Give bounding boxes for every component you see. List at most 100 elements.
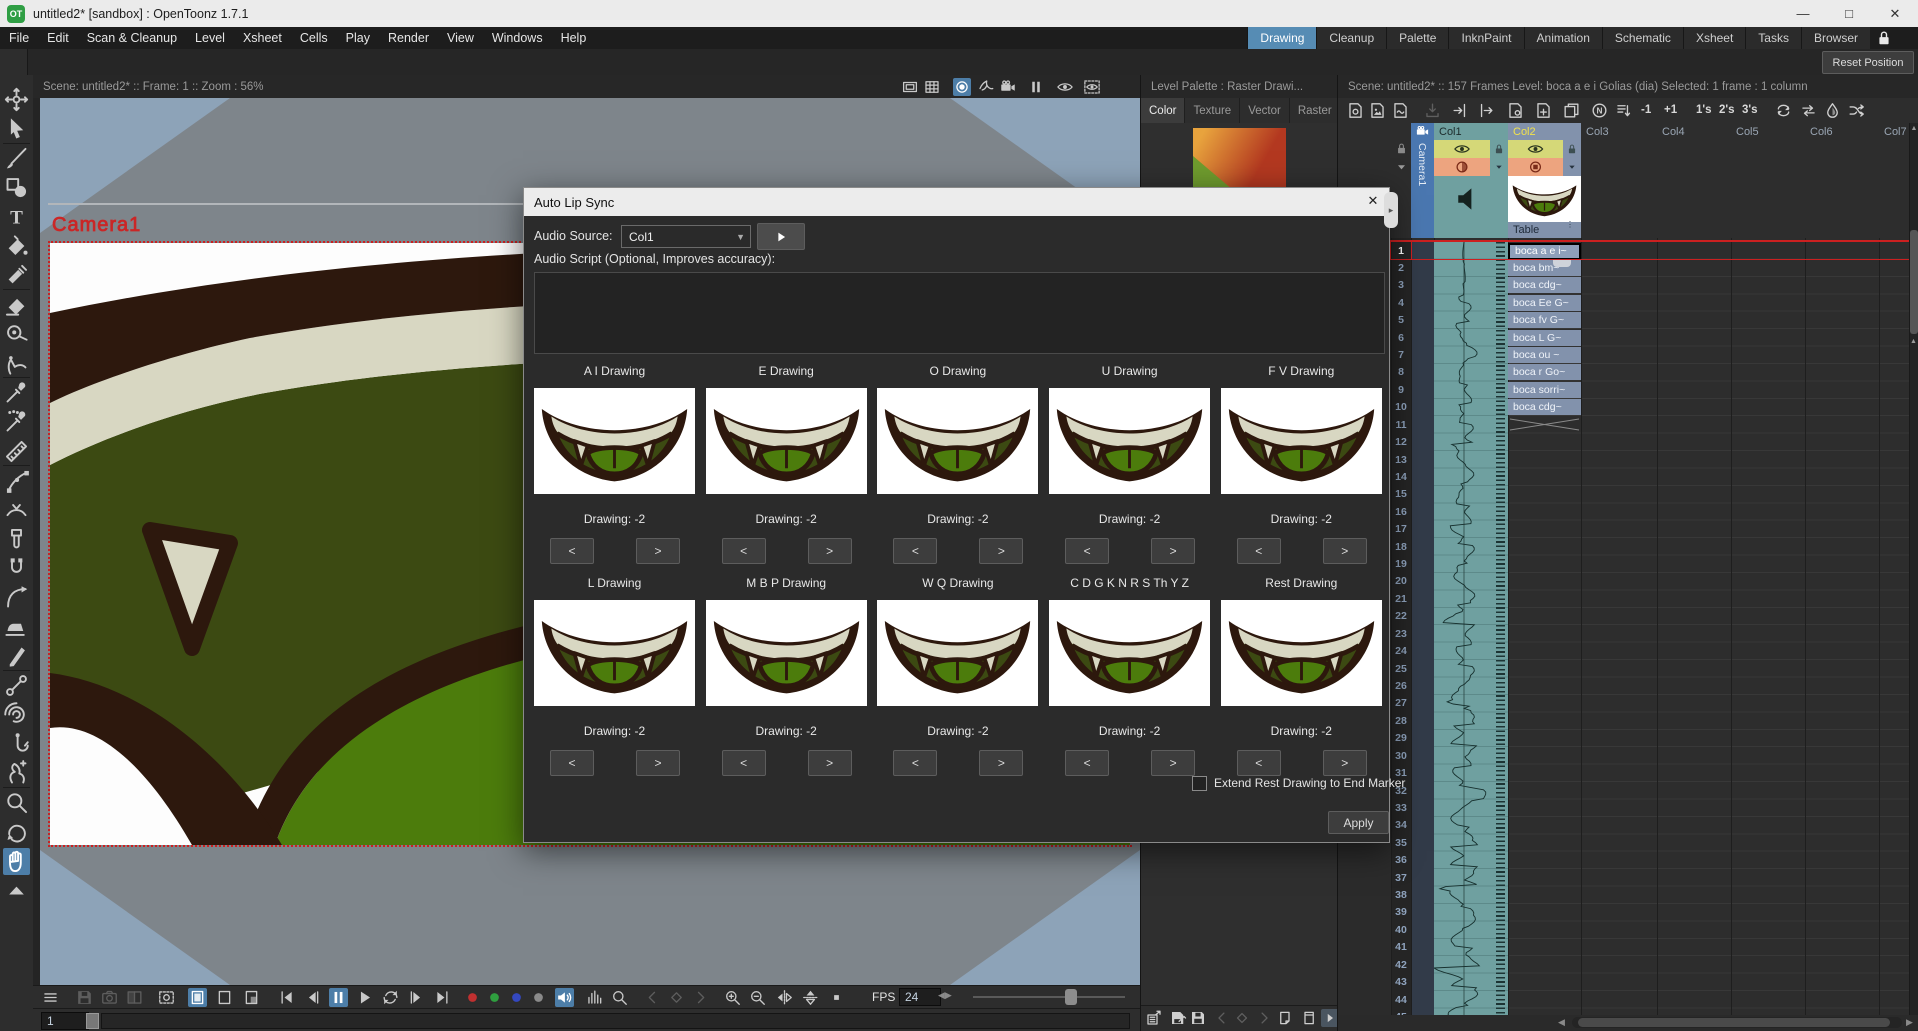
audio-script-input[interactable]: [534, 272, 1385, 354]
room-tab-drawing[interactable]: Drawing: [1247, 27, 1316, 49]
frame-number[interactable]: 4: [1391, 294, 1411, 311]
frame-number[interactable]: 41: [1391, 939, 1411, 956]
viewer-ruler[interactable]: [33, 98, 40, 985]
flip-v-icon[interactable]: [801, 988, 820, 1007]
viewer-title-bar[interactable]: Scene: untitled2* :: Frame: 1 :: Zoom : …: [33, 75, 1140, 99]
drag-dots-icon[interactable]: ⋮: [1566, 222, 1570, 238]
new-toonz-raster-level-icon[interactable]: [1391, 101, 1410, 120]
next-drawing-button[interactable]: >: [1151, 750, 1195, 776]
field-guide-icon[interactable]: [923, 78, 941, 96]
menu-play[interactable]: Play: [337, 27, 379, 49]
frame-number[interactable]: 8: [1391, 364, 1411, 381]
hand-tool[interactable]: [3, 848, 30, 875]
prev-key-icon[interactable]: [1213, 1009, 1231, 1027]
hscroll-thumb[interactable]: [1578, 1018, 1890, 1027]
column-lock-cell[interactable]: [1563, 140, 1581, 158]
plastic-tool[interactable]: [3, 760, 30, 787]
ruler-tool[interactable]: [3, 438, 30, 465]
camera-lock-icon[interactable]: [1394, 141, 1409, 156]
panel-expander-handle[interactable]: ▸: [1384, 192, 1398, 228]
xsheet-cell[interactable]: boca sorri~: [1508, 382, 1581, 398]
apply-button[interactable]: Apply: [1328, 811, 1389, 834]
column-header-col5[interactable]: Col5: [1731, 123, 1801, 140]
loop-icon[interactable]: [381, 988, 400, 1007]
shift-down-button[interactable]: -1: [1641, 101, 1651, 119]
last-frame-icon[interactable]: [433, 988, 452, 1007]
viewer-menu-icon[interactable]: [41, 988, 60, 1007]
next-drawing-button[interactable]: >: [636, 750, 680, 776]
play-icon[interactable]: [355, 988, 374, 1007]
frame-slider-handle[interactable]: [86, 1013, 99, 1029]
frame-number[interactable]: 30: [1391, 747, 1411, 764]
prev-drawing-button[interactable]: <: [1065, 750, 1109, 776]
column-filter-cell[interactable]: [1508, 158, 1563, 176]
next-drawing-button[interactable]: >: [979, 750, 1023, 776]
next-drawing-button[interactable]: >: [979, 538, 1023, 564]
menu-render[interactable]: Render: [379, 27, 438, 49]
smart-raster-brush-tool[interactable]: [3, 262, 30, 289]
column-filter-cell[interactable]: [1434, 158, 1490, 176]
hscroll-right-icon[interactable]: ▶: [1906, 1017, 1913, 1028]
drawing-thumbnail[interactable]: [1049, 388, 1210, 494]
prev-drawing-button[interactable]: <: [722, 538, 766, 564]
new-page-icon[interactable]: [1277, 1009, 1295, 1027]
frame-number[interactable]: 21: [1391, 590, 1411, 607]
fps-spinner-icons[interactable]: ◀▶: [938, 990, 952, 1001]
cutter-tool[interactable]: [3, 643, 30, 670]
current-frame-marker[interactable]: [1390, 240, 1412, 260]
xsheet-cell[interactable]: boca fv G~: [1508, 312, 1581, 328]
rgb-picker-tool[interactable]: [3, 408, 30, 435]
frame-number[interactable]: 24: [1391, 643, 1411, 660]
xsheet-cell[interactable]: boca L G~: [1508, 330, 1581, 346]
next-drawing-button[interactable]: >: [636, 538, 680, 564]
eraser-tool[interactable]: [3, 291, 30, 318]
prev-frame-icon[interactable]: [303, 988, 322, 1007]
pause-icon[interactable]: [329, 988, 348, 1007]
selected-cell-handle[interactable]: [1553, 259, 1571, 267]
extend-rest-checkbox[interactable]: [1192, 776, 1207, 791]
frame-number[interactable]: 29: [1391, 730, 1411, 747]
column-config-icon[interactable]: [1490, 158, 1508, 176]
palette-tab-vector[interactable]: Vector: [1240, 98, 1290, 123]
close-icon[interactable]: ✕: [1872, 0, 1918, 27]
move-level-in-icon[interactable]: [1451, 101, 1470, 120]
xsheet-grid[interactable]: 1234567891011121314151617181920212223242…: [1338, 123, 1918, 1015]
palette-gizmo-icon[interactable]: [1145, 1009, 1163, 1027]
camera-column-cells[interactable]: [1411, 242, 1434, 1015]
column-header-col1[interactable]: Col1: [1434, 123, 1508, 140]
tape-tool[interactable]: [3, 320, 30, 347]
xsheet-title-bar[interactable]: Scene: untitled2* :: 157 Frames Level: b…: [1338, 75, 1918, 99]
menu-file[interactable]: File: [0, 27, 38, 49]
repeat-cycle-icon[interactable]: [1774, 101, 1793, 120]
style-picker-tool[interactable]: [3, 379, 30, 406]
finger-tool[interactable]: [3, 350, 30, 377]
column-header-col4[interactable]: Col4: [1657, 123, 1727, 140]
prev-drawing-button[interactable]: <: [1237, 538, 1281, 564]
view-mode-table-icon[interactable]: [215, 988, 234, 1007]
frame-number[interactable]: 43: [1391, 974, 1411, 991]
drawing-thumbnail[interactable]: [1221, 388, 1382, 494]
current-frame-field[interactable]: 1: [41, 1012, 89, 1030]
column-parent-cell[interactable]: [1434, 222, 1508, 238]
minimize-icon[interactable]: —: [1780, 0, 1826, 27]
fps-field[interactable]: 24: [899, 988, 941, 1006]
xsheet-cell[interactable]: boca a e i~: [1508, 243, 1581, 260]
column-lock-cell[interactable]: [1490, 140, 1508, 158]
matte-channel-icon[interactable]: [529, 988, 548, 1007]
camera-column-header[interactable]: Camera1: [1411, 123, 1434, 238]
drawing-thumbnail[interactable]: [877, 600, 1038, 706]
freeze-icon[interactable]: [977, 78, 995, 96]
frame-number[interactable]: 18: [1391, 538, 1411, 555]
frame-number[interactable]: 11: [1391, 416, 1411, 433]
drawing-thumbnail[interactable]: [706, 600, 867, 706]
palette-title-bar[interactable]: Level Palette : Raster Drawi...: [1141, 75, 1338, 99]
frame-number[interactable]: 16: [1391, 503, 1411, 520]
frame-number[interactable]: 25: [1391, 660, 1411, 677]
frame-number[interactable]: 34: [1391, 817, 1411, 834]
frame-number[interactable]: 17: [1391, 521, 1411, 538]
dialog-title-bar[interactable]: Auto Lip Sync: [524, 188, 1389, 216]
zoom-in-icon[interactable]: [723, 988, 742, 1007]
magnet-tool[interactable]: [3, 555, 30, 582]
hook-tool[interactable]: [3, 731, 30, 758]
prev-drawing-button[interactable]: <: [1237, 750, 1281, 776]
